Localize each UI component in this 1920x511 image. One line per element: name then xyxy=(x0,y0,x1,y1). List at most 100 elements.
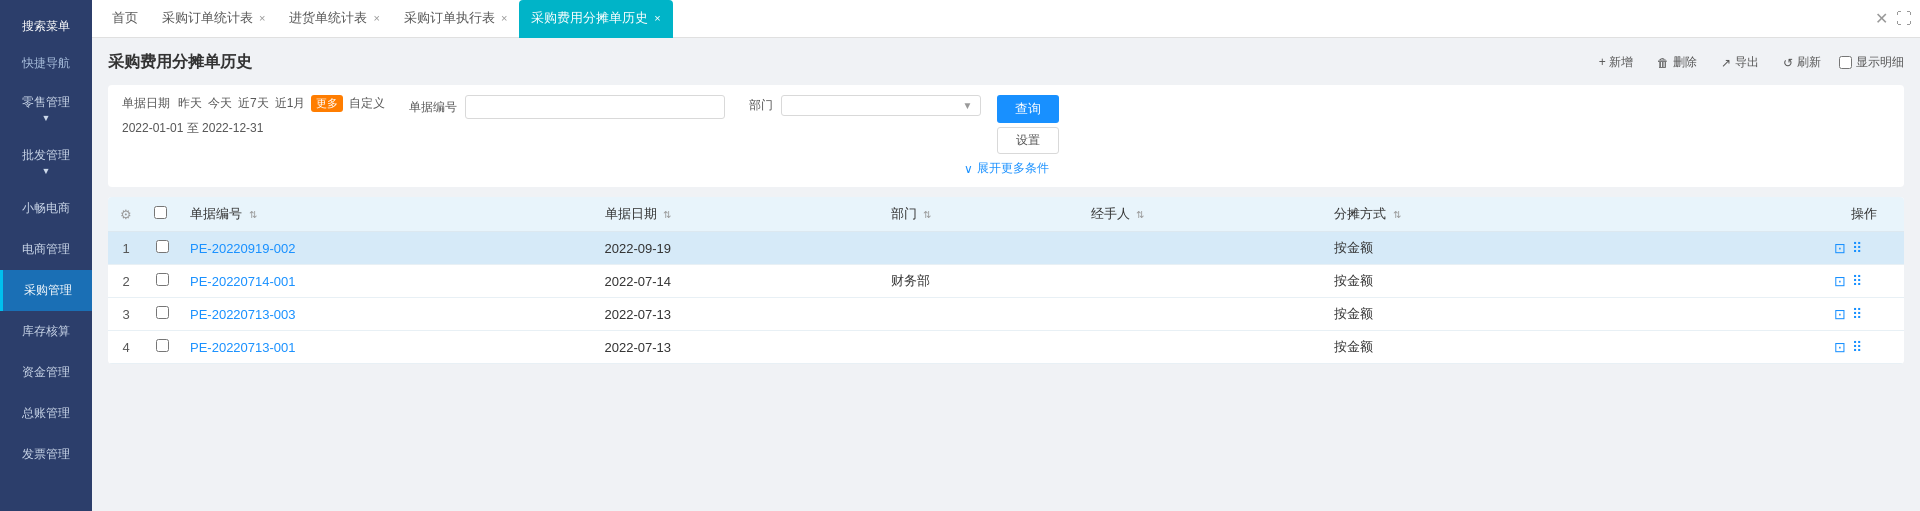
col-header-dept: 部门 ⇅ xyxy=(881,197,1081,232)
sort-icon: ⇅ xyxy=(1393,209,1401,220)
date-filter-col: 单据日期 昨天 今天 近7天 近1月 更多 自定义 2022-01-01 至 2… xyxy=(122,95,385,137)
edit-icon[interactable]: ⊡ xyxy=(1834,273,1846,289)
sidebar-item-invoice[interactable]: 发票管理 xyxy=(0,434,92,475)
sidebar-item-quicknav[interactable]: 快捷导航 xyxy=(0,45,92,82)
chevron-down-icon: ∨ xyxy=(964,162,973,176)
chevron-down-icon: ▼ xyxy=(42,166,51,176)
edit-icon[interactable]: ⊡ xyxy=(1834,339,1846,355)
doc-date-cell: 2022-09-19 xyxy=(595,232,881,265)
ops-cell: ⊡ ⠿ xyxy=(1824,331,1904,364)
dept-label: 部门 xyxy=(749,97,773,114)
row-checkbox-cell xyxy=(144,232,180,265)
row-checkbox-cell xyxy=(144,265,180,298)
close-icon[interactable]: × xyxy=(259,12,265,24)
dept-select[interactable]: ▼ xyxy=(781,95,981,116)
row-checkbox[interactable] xyxy=(156,240,169,253)
tab-goods-stats[interactable]: 进货单统计表 × xyxy=(277,0,391,38)
ops-cell: ⊡ ⠿ xyxy=(1824,298,1904,331)
filter-main-row: 单据日期 昨天 今天 近7天 近1月 更多 自定义 2022-01-01 至 2… xyxy=(122,95,1890,154)
main-content: 首页 采购订单统计表 × 进货单统计表 × 采购订单执行表 × 采购费用分摊单历… xyxy=(92,0,1920,511)
date-shortcuts: 昨天 今天 近7天 近1月 更多 自定义 xyxy=(178,95,385,112)
delete-icon: 🗑 xyxy=(1657,56,1669,70)
show-cols-checkbox[interactable] xyxy=(1839,56,1852,69)
delete-button[interactable]: 🗑 删除 xyxy=(1651,50,1703,75)
edit-icon[interactable]: ⊡ xyxy=(1834,306,1846,322)
table-settings-icon[interactable]: ⚙ xyxy=(120,207,132,222)
split-method-cell: 按金额 xyxy=(1324,232,1824,265)
more-ops-icon[interactable]: ⠿ xyxy=(1852,339,1862,355)
doc-no-link[interactable]: PE-20220714-001 xyxy=(180,265,595,298)
sort-icon: ⇅ xyxy=(923,209,931,220)
sidebar-item-ledger[interactable]: 总账管理 xyxy=(0,393,92,434)
setting-button[interactable]: 设置 xyxy=(997,127,1059,154)
doc-date-cell: 2022-07-13 xyxy=(595,298,881,331)
close-all-icon[interactable]: ✕ xyxy=(1875,9,1888,28)
query-button[interactable]: 查询 xyxy=(997,95,1059,123)
yesterday-btn[interactable]: 昨天 xyxy=(178,95,202,112)
1month-btn[interactable]: 近1月 xyxy=(275,95,306,112)
select-all-checkbox[interactable] xyxy=(154,206,167,219)
split-method-cell: 按金额 xyxy=(1324,331,1824,364)
tab-bar: 首页 采购订单统计表 × 进货单统计表 × 采购订单执行表 × 采购费用分摊单历… xyxy=(92,0,1920,38)
7days-btn[interactable]: 近7天 xyxy=(238,95,269,112)
new-button[interactable]: + 新增 xyxy=(1593,50,1639,75)
date-range-display: 2022-01-01 至 2022-12-31 xyxy=(122,120,385,137)
table-row: 1 PE-20220919-002 2022-09-19 按金额 ⊡ ⠿ xyxy=(108,232,1904,265)
custom-btn[interactable]: 自定义 xyxy=(349,95,385,112)
sidebar-item-retail[interactable]: 零售管理 ▼ xyxy=(0,82,92,135)
data-table: ⚙ 单据编号 ⇅ 单据日期 ⇅ xyxy=(108,197,1904,364)
doc-no-link[interactable]: PE-20220713-003 xyxy=(180,298,595,331)
more-ops-icon[interactable]: ⠿ xyxy=(1852,240,1862,256)
expand-more-btn[interactable]: ∨ 展开更多条件 xyxy=(122,160,1890,177)
export-icon: ↗ xyxy=(1721,56,1731,70)
today-btn[interactable]: 今天 xyxy=(208,95,232,112)
split-method-cell: 按金额 xyxy=(1324,298,1824,331)
refresh-button[interactable]: ↺ 刷新 xyxy=(1777,50,1827,75)
col-header-split: 分摊方式 ⇅ xyxy=(1324,197,1824,232)
more-ops-icon[interactable]: ⠿ xyxy=(1852,273,1862,289)
row-num: 4 xyxy=(108,331,144,364)
handler-cell xyxy=(1081,298,1324,331)
tab-purchase-stats[interactable]: 采购订单统计表 × xyxy=(150,0,277,38)
close-icon[interactable]: × xyxy=(654,12,660,24)
more-btn[interactable]: 更多 xyxy=(311,95,343,112)
sidebar-item-search[interactable]: 搜索菜单 xyxy=(0,8,92,45)
ops-cell: ⊡ ⠿ xyxy=(1824,232,1904,265)
header-actions: + 新增 🗑 删除 ↗ 导出 ↺ 刷新 显示明细 xyxy=(1593,50,1904,75)
query-btns-col: 查询 设置 xyxy=(997,95,1059,154)
docno-input[interactable] xyxy=(465,95,725,119)
page-title: 采购费用分摊单历史 xyxy=(108,52,252,73)
table-row: 3 PE-20220713-003 2022-07-13 按金额 ⊡ ⠿ xyxy=(108,298,1904,331)
close-icon[interactable]: × xyxy=(373,12,379,24)
refresh-icon: ↺ xyxy=(1783,56,1793,70)
close-icon[interactable]: × xyxy=(501,12,507,24)
sidebar-item-finance[interactable]: 资金管理 xyxy=(0,352,92,393)
tab-purchase-exec[interactable]: 采购订单执行表 × xyxy=(392,0,519,38)
edit-icon[interactable]: ⊡ xyxy=(1834,240,1846,256)
docno-filter-col: 单据编号 xyxy=(409,95,725,119)
row-checkbox[interactable] xyxy=(156,339,169,352)
sidebar-item-wholesale[interactable]: 批发管理 ▼ xyxy=(0,135,92,188)
doc-date-cell: 2022-07-13 xyxy=(595,331,881,364)
show-cols-toggle[interactable]: 显示明细 xyxy=(1839,54,1904,71)
tab-purchase-cost-history[interactable]: 采购费用分摊单历史 × xyxy=(519,0,672,38)
col-header-docdate: 单据日期 ⇅ xyxy=(595,197,881,232)
dept-cell xyxy=(881,331,1081,364)
sidebar-item-ecommerce-small[interactable]: 小畅电商 xyxy=(0,188,92,229)
doc-no-link[interactable]: PE-20220919-002 xyxy=(180,232,595,265)
table-row: 2 PE-20220714-001 2022-07-14 财务部 按金额 ⊡ xyxy=(108,265,1904,298)
more-ops-icon[interactable]: ⠿ xyxy=(1852,306,1862,322)
sidebar-item-purchase[interactable]: 采购管理 xyxy=(0,270,92,311)
export-button[interactable]: ↗ 导出 xyxy=(1715,50,1765,75)
col-header-docno: 单据编号 ⇅ xyxy=(180,197,595,232)
filter-section: 单据日期 昨天 今天 近7天 近1月 更多 自定义 2022-01-01 至 2… xyxy=(108,85,1904,187)
page-content: 采购费用分摊单历史 + 新增 🗑 删除 ↗ 导出 ↺ 刷新 显示明细 xyxy=(92,38,1920,511)
tab-home[interactable]: 首页 xyxy=(100,0,150,38)
row-checkbox[interactable] xyxy=(156,273,169,286)
sidebar-item-inventory[interactable]: 库存核算 xyxy=(0,311,92,352)
row-checkbox[interactable] xyxy=(156,306,169,319)
maximize-icon[interactable]: ⛶ xyxy=(1896,10,1912,28)
sidebar-item-ecommerce[interactable]: 电商管理 xyxy=(0,229,92,270)
doc-no-link[interactable]: PE-20220713-001 xyxy=(180,331,595,364)
handler-cell xyxy=(1081,265,1324,298)
